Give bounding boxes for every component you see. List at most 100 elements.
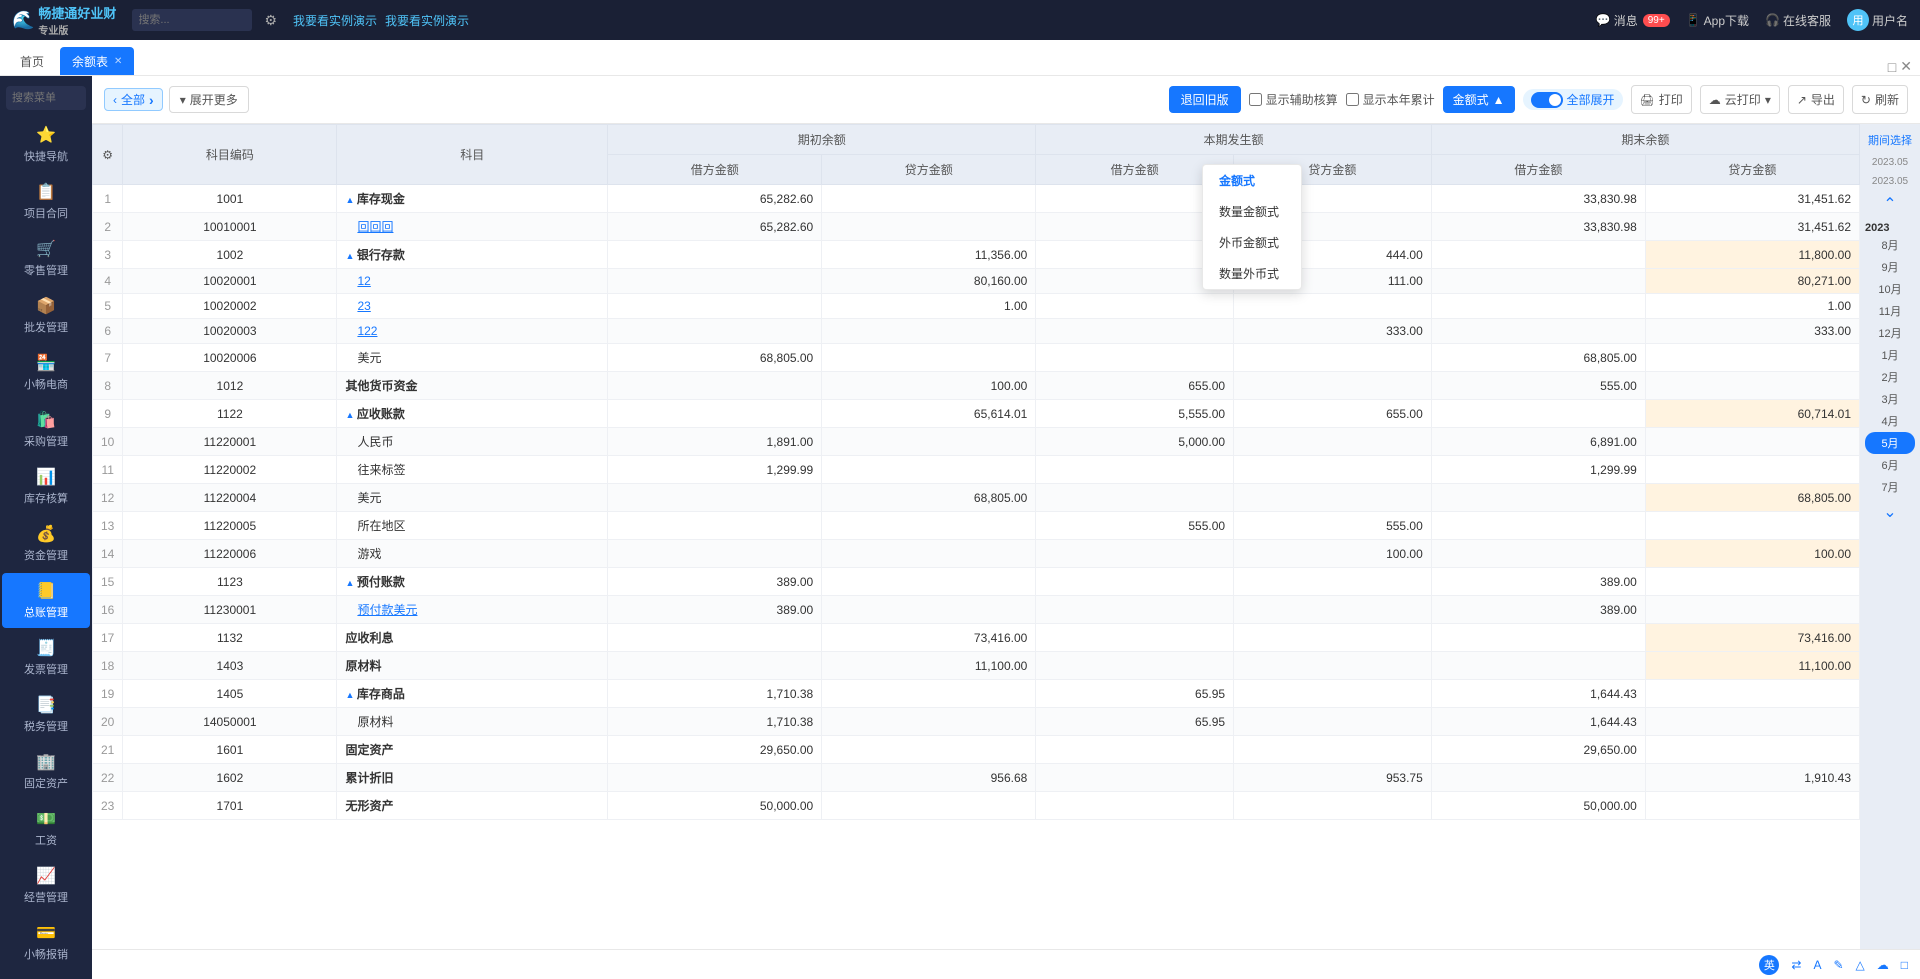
expand-row-icon[interactable]: ▲: [345, 251, 356, 261]
month-item-2月[interactable]: 2月: [1865, 366, 1915, 388]
expand-row-icon[interactable]: ▲: [345, 410, 356, 420]
month-item-1月[interactable]: 1月: [1865, 344, 1915, 366]
period-2023-05-top[interactable]: 2023.05: [1865, 154, 1915, 171]
online-service-btn[interactable]: 🎧 在线客服: [1765, 12, 1831, 29]
export-icon: ↗: [1797, 93, 1807, 107]
row-code: 1012: [123, 372, 337, 400]
expand-all-toggle[interactable]: 全部展开: [1523, 89, 1623, 110]
tab-close-icon[interactable]: ✕: [114, 56, 122, 67]
message-btn[interactable]: 💬 消息 99+: [1596, 12, 1670, 29]
sidebar-item-inventory[interactable]: 📊 库存核算: [2, 459, 90, 514]
status-icon3[interactable]: ✎: [1833, 958, 1843, 972]
back-btn[interactable]: 退回旧版: [1169, 86, 1241, 113]
user-btn[interactable]: 用 用户名: [1847, 9, 1908, 31]
dropdown-item-foreign-amount[interactable]: 外币金额式: [1203, 227, 1301, 258]
row-code: 1001: [123, 185, 337, 213]
month-item-7月[interactable]: 7月: [1865, 476, 1915, 498]
main-layout: ⭐ 快捷导航 📋 项目合同 🛒 零售管理 📦 批发管理 🏪 小畅电商 🛍️ 采购…: [0, 76, 1920, 979]
refresh-btn[interactable]: ↻ 刷新: [1852, 85, 1908, 114]
row-name[interactable]: 23: [337, 294, 608, 319]
row-name[interactable]: 122: [337, 319, 608, 344]
sidebar-item-purchase[interactable]: 🛍️ 采购管理: [2, 402, 90, 457]
dropdown-item-qty-amount[interactable]: 数量金额式: [1203, 196, 1301, 227]
status-icon5[interactable]: ☁: [1877, 958, 1889, 972]
window-restore-btn[interactable]: □: [1888, 59, 1896, 75]
show-assist-check[interactable]: 显示辅助核算: [1249, 91, 1338, 108]
th-period: 本期发生额: [1036, 125, 1431, 155]
th-settings[interactable]: ⚙: [93, 125, 123, 185]
toggle-switch[interactable]: [1531, 92, 1563, 108]
closing-credit: 11,800.00: [1645, 241, 1859, 269]
app-download-btn[interactable]: 📱 App下载: [1686, 12, 1749, 29]
collapse-up-icon[interactable]: ⌃: [1883, 194, 1896, 214]
month-item-8月[interactable]: 8月: [1865, 234, 1915, 256]
sidebar-item-tax[interactable]: 📑 税务管理: [2, 687, 90, 742]
window-close-btn[interactable]: ✕: [1900, 58, 1912, 75]
demo-label[interactable]: 我要看实例演示: [385, 12, 469, 29]
month-item-5月[interactable]: 5月: [1865, 432, 1915, 454]
filter-tag[interactable]: ‹ 全部 ›: [104, 88, 163, 111]
export-btn[interactable]: ↗ 导出: [1788, 85, 1844, 114]
row-name: 往来标签: [337, 456, 608, 484]
show-ytd-check[interactable]: 显示本年累计: [1346, 91, 1435, 108]
status-lang-btn[interactable]: 英: [1759, 955, 1779, 975]
row-name: 所在地区: [337, 512, 608, 540]
demo-link[interactable]: 我要看实例演示: [293, 12, 377, 29]
cloud-print-btn[interactable]: ☁ 云打印 ▾: [1700, 85, 1780, 114]
sidebar-item-salary[interactable]: 💵 工资: [2, 801, 90, 856]
print-btn[interactable]: 🖨 打印: [1631, 85, 1692, 114]
sidebar-item-expense[interactable]: 💳 小畅报销: [2, 915, 90, 970]
dropdown-item-amount[interactable]: 金额式: [1203, 165, 1301, 196]
refresh-label: 刷新: [1875, 91, 1899, 108]
mode-btn[interactable]: 金额式 ▲: [1443, 86, 1515, 113]
sidebar-item-assets[interactable]: 🏢 固定资产: [2, 744, 90, 799]
table-row: 1011220001人民币1,891.005,000.006,891.00: [93, 428, 1860, 456]
filter-label: 全部: [121, 91, 145, 108]
closing-credit: 100.00: [1645, 540, 1859, 568]
month-item-9月[interactable]: 9月: [1865, 256, 1915, 278]
sidebar-item-basicinfo[interactable]: ℹ️ 基础信息: [2, 972, 90, 979]
sidebar-search-input[interactable]: [6, 86, 86, 110]
sidebar-item-project[interactable]: 📋 项目合同: [2, 174, 90, 229]
sidebar-item-finance[interactable]: 💰 资金管理: [2, 516, 90, 571]
month-item-6月[interactable]: 6月: [1865, 454, 1915, 476]
status-icon2[interactable]: A: [1813, 958, 1821, 972]
row-name[interactable]: 回回回: [337, 213, 608, 241]
sidebar-item-ledger[interactable]: 📒 总账管理: [2, 573, 90, 628]
filter-arrow-right[interactable]: ›: [149, 92, 154, 108]
tab-balance[interactable]: 余额表 ✕: [60, 47, 134, 75]
expand-row-icon[interactable]: ▲: [345, 690, 356, 700]
download-icon: 📱: [1686, 13, 1701, 27]
month-item-10月[interactable]: 10月: [1865, 278, 1915, 300]
month-item-11月[interactable]: 11月: [1865, 300, 1915, 322]
period-2023-05-b[interactable]: 2023.05: [1865, 173, 1915, 190]
status-icon6[interactable]: □: [1901, 958, 1908, 972]
sidebar-item-invoice[interactable]: 🧾 发票管理: [2, 630, 90, 685]
sidebar-item-operations[interactable]: 📈 经营管理: [2, 858, 90, 913]
sidebar-item-ecommerce[interactable]: 🏪 小畅电商: [2, 345, 90, 400]
status-icon1[interactable]: ⇄: [1791, 958, 1801, 972]
tab-home[interactable]: 首页: [8, 47, 56, 75]
row-name[interactable]: 预付款美元: [337, 596, 608, 624]
settings-icon[interactable]: ⚙: [264, 12, 277, 29]
row-name[interactable]: 12: [337, 269, 608, 294]
dropdown-item-qty-foreign[interactable]: 数量外币式: [1203, 258, 1301, 289]
ytd-checkbox[interactable]: [1346, 93, 1359, 106]
collapse-down-icon[interactable]: ⌄: [1883, 502, 1896, 522]
sidebar-item-quicknav[interactable]: ⭐ 快捷导航: [2, 117, 90, 172]
month-item-4月[interactable]: 4月: [1865, 410, 1915, 432]
status-icon4[interactable]: △: [1856, 958, 1865, 972]
expand-row-icon[interactable]: ▲: [345, 195, 356, 205]
top-search-input[interactable]: [132, 9, 252, 31]
month-item-12月[interactable]: 12月: [1865, 322, 1915, 344]
closing-credit: [1645, 680, 1859, 708]
assist-checkbox[interactable]: [1249, 93, 1262, 106]
row-code: 10020006: [123, 344, 337, 372]
expand-more-btn[interactable]: ▾ 展开更多: [169, 86, 249, 113]
expand-row-icon[interactable]: ▲: [345, 578, 356, 588]
month-item-3月[interactable]: 3月: [1865, 388, 1915, 410]
sidebar-item-wholesale[interactable]: 📦 批发管理: [2, 288, 90, 343]
sidebar-item-retail[interactable]: 🛒 零售管理: [2, 231, 90, 286]
top-bar: 🌊 畅捷通好业财 专业版 ⚙ 我要看实例演示 我要看实例演示 💬 消息 99+ …: [0, 0, 1920, 40]
refresh-icon: ↻: [1861, 93, 1871, 107]
